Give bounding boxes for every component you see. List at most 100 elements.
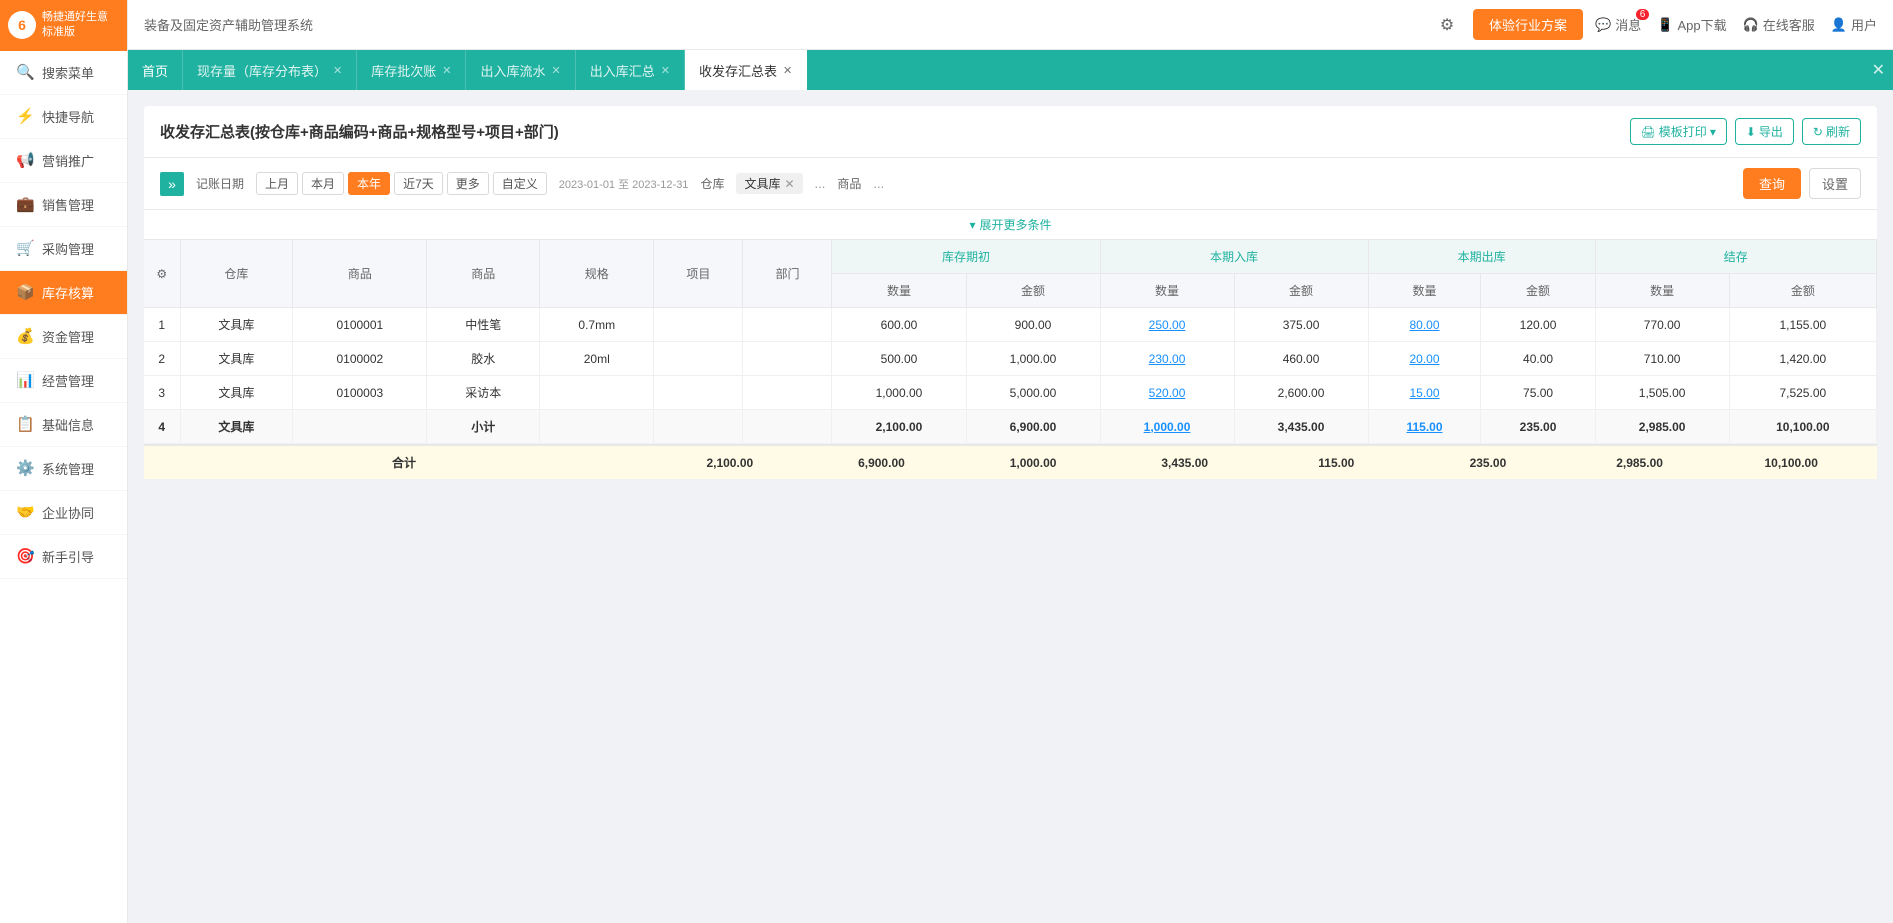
sidebar-item-inventory[interactable]: 📦 库存核算 bbox=[0, 271, 127, 315]
expand-more-button[interactable]: ▾ 展开更多条件 bbox=[144, 210, 1877, 239]
user-icon: 👤 bbox=[1831, 17, 1847, 33]
sidebar-item-operations[interactable]: 📊 经营管理 bbox=[0, 359, 127, 403]
chevron-down-icon: ▾ bbox=[969, 218, 975, 232]
online-service-button[interactable]: 🎧 在线客服 bbox=[1743, 15, 1815, 34]
row3-in-qty[interactable]: 520.00 bbox=[1100, 376, 1234, 410]
gear-icon: ⚙️ bbox=[16, 459, 34, 477]
message-button[interactable]: 💬 消息 6 bbox=[1595, 15, 1641, 34]
sidebar-item-marketing[interactable]: 📢 营销推广 bbox=[0, 139, 127, 183]
refresh-button[interactable]: ↻ 刷新 bbox=[1802, 118, 1861, 145]
col-open-amt: 金额 bbox=[966, 274, 1100, 308]
search-icon: 🔍 bbox=[16, 63, 34, 81]
date-range-display: 2023-01-01 至 2023-12-31 bbox=[559, 176, 689, 192]
lightning-icon: ⚡ bbox=[16, 107, 34, 125]
subtotal-warehouse: 文具库 bbox=[180, 410, 293, 444]
sidebar-label-basicinfo: 基础信息 bbox=[42, 415, 94, 434]
date-btn-lastmonth[interactable]: 上月 bbox=[256, 172, 298, 195]
megaphone-icon: 📢 bbox=[16, 151, 34, 169]
app-download-button[interactable]: 📱 App下载 bbox=[1657, 15, 1726, 34]
row3-out-qty[interactable]: 15.00 bbox=[1368, 376, 1481, 410]
row1-in-qty[interactable]: 250.00 bbox=[1100, 308, 1234, 342]
sidebar-item-newbie[interactable]: 🎯 新手引导 bbox=[0, 535, 127, 579]
sidebar-label-finance: 资金管理 bbox=[42, 327, 94, 346]
topbar-settings-icon[interactable]: ⚙ bbox=[1433, 11, 1461, 39]
row2-in-qty[interactable]: 230.00 bbox=[1100, 342, 1234, 376]
subtotal-open-qty: 2,100.00 bbox=[832, 410, 966, 444]
date-btn-thismonth[interactable]: 本月 bbox=[302, 172, 344, 195]
data-table-container: ⚙ 仓库 商品 商品 规格 项目 部门 库存期初 本期入库 本期出库 结存 数量 bbox=[144, 240, 1877, 444]
search-button[interactable]: 查询 bbox=[1743, 168, 1801, 199]
sidebar-item-finance[interactable]: 💰 资金管理 bbox=[0, 315, 127, 359]
tab-summary-inout[interactable]: 出入库汇总 ✕ bbox=[576, 50, 685, 90]
target-icon: 🎯 bbox=[16, 547, 34, 565]
sidebar-item-sales[interactable]: 💼 销售管理 bbox=[0, 183, 127, 227]
row3-out-amt: 75.00 bbox=[1481, 376, 1595, 410]
date-btn-thisyear[interactable]: 本年 bbox=[348, 172, 390, 195]
product-more-dots[interactable]: ... bbox=[873, 176, 884, 191]
date-btn-more[interactable]: 更多 bbox=[447, 172, 489, 195]
online-service-label: 在线客服 bbox=[1763, 15, 1815, 34]
sidebar-label-inventory: 库存核算 bbox=[42, 283, 94, 302]
sidebar-label-quicknav: 快捷导航 bbox=[42, 107, 94, 126]
sidebar-label-sales: 销售管理 bbox=[42, 195, 94, 214]
sidebar-item-search[interactable]: 🔍 搜索菜单 bbox=[0, 51, 127, 95]
subtotal-out-qty[interactable]: 115.00 bbox=[1368, 410, 1481, 444]
col-group-closing: 结存 bbox=[1595, 240, 1876, 274]
col-close-qty: 数量 bbox=[1595, 274, 1729, 308]
warehouse-more-dots[interactable]: ... bbox=[815, 176, 826, 191]
row1-project bbox=[654, 308, 743, 342]
warehouse-tag-close-icon[interactable]: ✕ bbox=[784, 177, 794, 191]
headset-icon: 🎧 bbox=[1743, 17, 1759, 33]
tab-inventory-dist[interactable]: 现存量（库存分布表） ✕ bbox=[183, 50, 357, 90]
sidebar-label-system: 系统管理 bbox=[42, 459, 94, 478]
footer-out-qty: 115.00 bbox=[1261, 456, 1413, 470]
user-button[interactable]: 👤 用户 bbox=[1831, 15, 1877, 34]
tab-home[interactable]: 首页 bbox=[128, 50, 183, 90]
tab-close-icon[interactable]: ✕ bbox=[783, 64, 792, 77]
sidebar-item-system[interactable]: ⚙️ 系统管理 bbox=[0, 447, 127, 491]
sidebar-item-quicknav[interactable]: ⚡ 快捷导航 bbox=[0, 95, 127, 139]
tab-close-icon[interactable]: ✕ bbox=[333, 64, 342, 77]
sidebar: 6 畅捷通好生意 标准版 🔍 搜索菜单 ⚡ 快捷导航 📢 营销推广 💼 销售管理… bbox=[0, 0, 128, 923]
sidebar-item-purchase[interactable]: 🛒 采购管理 bbox=[0, 227, 127, 271]
data-table: ⚙ 仓库 商品 商品 规格 项目 部门 库存期初 本期入库 本期出库 结存 数量 bbox=[144, 240, 1877, 444]
date-btn-custom[interactable]: 自定义 bbox=[493, 172, 547, 195]
app-logo: 6 bbox=[8, 11, 36, 39]
print-button[interactable]: 🖨 模板打印 ▾ bbox=[1630, 118, 1727, 145]
table-row: 2 文具库 0100002 胶水 20ml 500.00 1,000.00 23… bbox=[144, 342, 1877, 376]
tab-close-icon[interactable]: ✕ bbox=[661, 64, 670, 77]
chevron-down-icon: ▾ bbox=[1710, 125, 1716, 139]
warehouse-tag[interactable]: 文具库 ✕ bbox=[736, 173, 802, 194]
clipboard-icon: 📋 bbox=[16, 415, 34, 433]
tab-receive-send[interactable]: 收发存汇总表 ✕ bbox=[685, 50, 807, 90]
message-badge: 6 bbox=[1636, 9, 1650, 20]
row1-name: 中性笔 bbox=[427, 308, 540, 342]
subtotal-out-amt: 235.00 bbox=[1481, 410, 1595, 444]
row3-open-amt: 5,000.00 bbox=[966, 376, 1100, 410]
row1-code: 0100001 bbox=[293, 308, 427, 342]
sidebar-item-basicinfo[interactable]: 📋 基础信息 bbox=[0, 403, 127, 447]
row2-out-qty[interactable]: 20.00 bbox=[1368, 342, 1481, 376]
tab-batch[interactable]: 库存批次账 ✕ bbox=[357, 50, 466, 90]
briefcase-icon: 💼 bbox=[16, 195, 34, 213]
tab-close-icon[interactable]: ✕ bbox=[442, 64, 451, 77]
box-icon: 📦 bbox=[16, 283, 34, 301]
date-btn-7days[interactable]: 近7天 bbox=[394, 172, 443, 195]
col-spec-header: 规格 bbox=[540, 240, 654, 308]
row3-code: 0100003 bbox=[293, 376, 427, 410]
settings-button[interactable]: 设置 bbox=[1809, 168, 1861, 199]
table-row: 1 文具库 0100001 中性笔 0.7mm 600.00 900.00 25… bbox=[144, 308, 1877, 342]
close-all-icon[interactable]: ✕ bbox=[1872, 60, 1885, 80]
filter-toggle-button[interactable]: » bbox=[160, 172, 184, 196]
subtotal-in-qty[interactable]: 1,000.00 bbox=[1100, 410, 1234, 444]
try-button[interactable]: 体验行业方案 bbox=[1473, 9, 1583, 40]
row1-out-qty[interactable]: 80.00 bbox=[1368, 308, 1481, 342]
sidebar-item-collab[interactable]: 🤝 企业协同 bbox=[0, 491, 127, 535]
col-settings-header[interactable]: ⚙ bbox=[144, 240, 180, 308]
export-button[interactable]: ⬇ 导出 bbox=[1735, 118, 1794, 145]
subtotal-open-amt: 6,900.00 bbox=[966, 410, 1100, 444]
tab-flow[interactable]: 出入库流水 ✕ bbox=[466, 50, 575, 90]
tab-close-icon[interactable]: ✕ bbox=[552, 64, 561, 77]
date-label: 记账日期 bbox=[196, 175, 244, 192]
content-area: 收发存汇总表(按仓库+商品编码+商品+规格型号+项目+部门) 🖨 模板打印 ▾ … bbox=[128, 90, 1893, 923]
